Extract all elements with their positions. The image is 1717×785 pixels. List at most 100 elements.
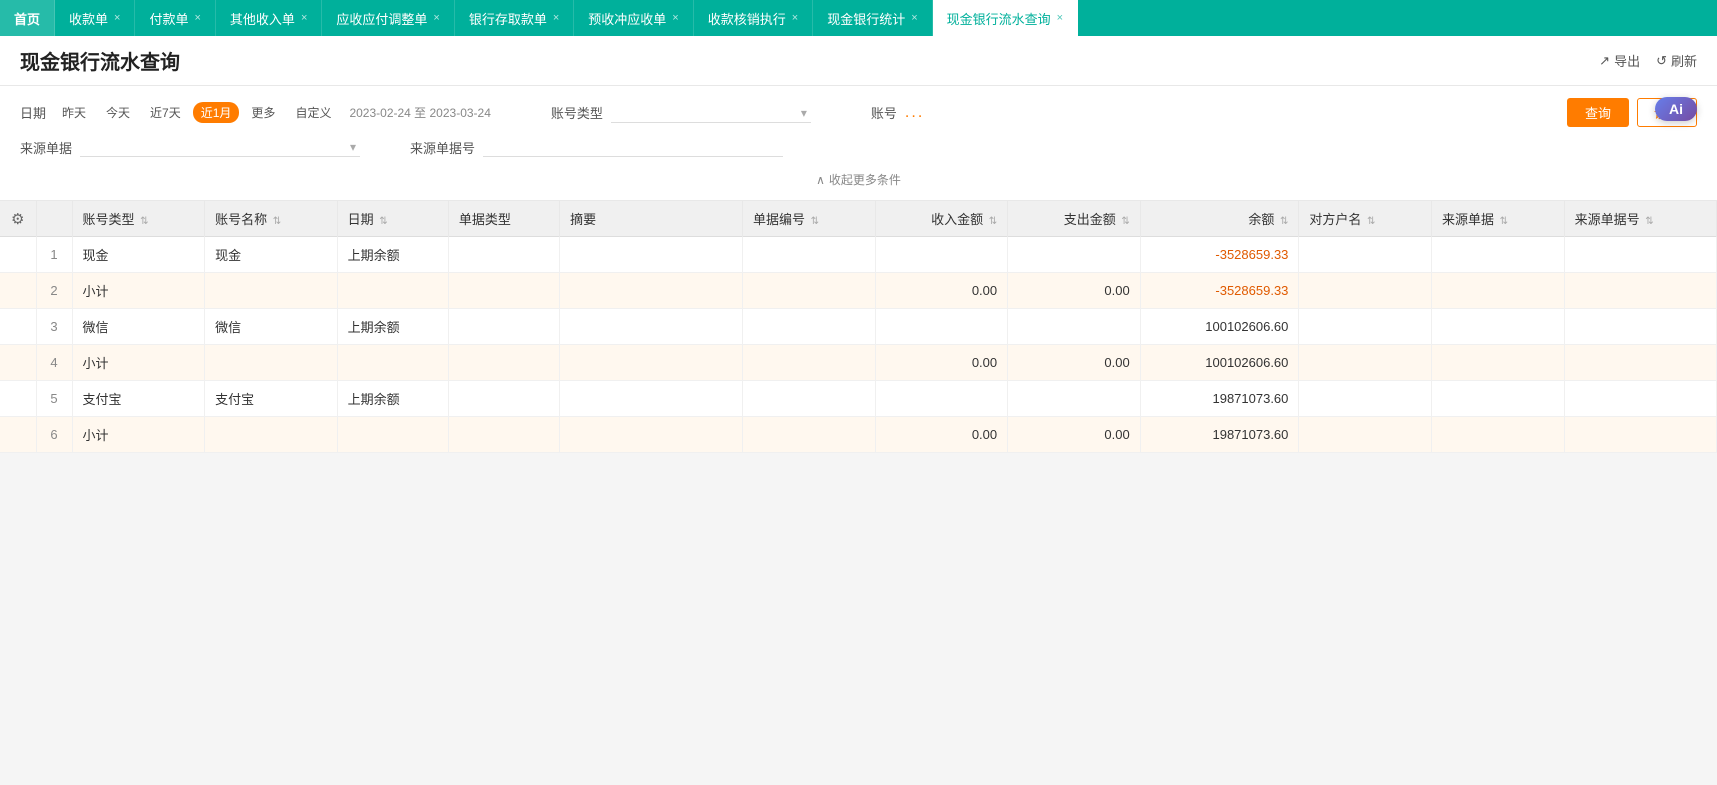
sort-counterparty-icon: ⇅ — [1367, 216, 1375, 227]
cell-income: 0.00 — [875, 345, 1008, 381]
table-row[interactable]: 1 现金 现金 上期余额 -3528659.33 — [0, 237, 1717, 273]
nav-receipt-verify[interactable]: 收款核销执行 × — [694, 0, 813, 36]
cell-source-doc — [1431, 237, 1564, 273]
page-header: 现金银行流水查询 ↗ 导出 ↺ 刷新 — [0, 36, 1717, 86]
nav-home[interactable]: 首页 — [0, 0, 55, 36]
col-source-doc-no[interactable]: 来源单据号 ⇅ — [1564, 201, 1716, 237]
col-income[interactable]: 收入金额 ⇅ — [875, 201, 1008, 237]
cell-account-name: 微信 — [205, 309, 338, 345]
cell-source-doc — [1431, 273, 1564, 309]
cell-expense: 0.00 — [1008, 345, 1141, 381]
cell-source-doc-no — [1564, 345, 1716, 381]
nav-cash-stat[interactable]: 现金银行统计 × — [813, 0, 932, 36]
close-ar-ap-icon[interactable]: × — [433, 12, 439, 24]
account-type-label: 账号类型 — [551, 103, 603, 122]
cell-doc-type — [448, 381, 559, 417]
close-bank-icon[interactable]: × — [553, 12, 559, 24]
sort-source-doc-no-icon: ⇅ — [1645, 216, 1653, 227]
collapse-bar[interactable]: ∧ 收起更多条件 — [20, 167, 1697, 192]
close-verify-icon[interactable]: × — [792, 12, 798, 24]
date-7days[interactable]: 近7天 — [142, 102, 189, 123]
date-yesterday[interactable]: 昨天 — [54, 102, 94, 123]
page-title: 现金银行流水查询 — [20, 46, 180, 75]
query-button[interactable]: 查询 — [1567, 98, 1629, 127]
table-row[interactable]: 6 小计 0.00 0.00 19871073.60 — [0, 417, 1717, 453]
close-flow-icon[interactable]: × — [1057, 12, 1063, 24]
cell-num: 5 — [36, 381, 72, 417]
cell-settings — [0, 273, 36, 309]
table-row[interactable]: 5 支付宝 支付宝 上期余额 19871073.60 — [0, 381, 1717, 417]
cell-source-doc-no — [1564, 237, 1716, 273]
cell-income — [875, 237, 1008, 273]
nav-bank-deposit[interactable]: 银行存取款单 × — [455, 0, 574, 36]
date-range: 2023-02-24 至 2023-03-24 — [349, 104, 490, 121]
date-1month[interactable]: 近1月 — [193, 102, 240, 123]
cell-doc-no — [742, 309, 875, 345]
close-payment-icon[interactable]: × — [194, 12, 200, 24]
close-stat-icon[interactable]: × — [911, 12, 917, 24]
cell-summary — [560, 345, 743, 381]
cell-num: 1 — [36, 237, 72, 273]
col-summary: 摘要 — [560, 201, 743, 237]
cell-source-doc-no — [1564, 309, 1716, 345]
close-prepaid-icon[interactable]: × — [672, 12, 678, 24]
close-other-income-icon[interactable]: × — [301, 12, 307, 24]
account-dots-button[interactable]: ... — [905, 104, 924, 122]
table-container: ⚙ 账号类型 ⇅ 账号名称 ⇅ 日期 ⇅ 单据类型 摘要 单据编号 ⇅ 收入金额… — [0, 201, 1717, 453]
date-more[interactable]: 更多 — [243, 102, 283, 123]
export-button[interactable]: ↗ 导出 — [1599, 51, 1640, 70]
col-balance[interactable]: 余额 ⇅ — [1140, 201, 1299, 237]
cell-counterparty — [1299, 273, 1432, 309]
col-doc-no[interactable]: 单据编号 ⇅ — [742, 201, 875, 237]
cell-num: 6 — [36, 417, 72, 453]
account-type-select[interactable] — [611, 103, 811, 123]
col-counterparty[interactable]: 对方户名 ⇅ — [1299, 201, 1432, 237]
sort-balance-icon: ⇅ — [1280, 216, 1288, 227]
cell-expense — [1008, 309, 1141, 345]
cell-date: 上期余额 — [337, 237, 448, 273]
nav-other-income[interactable]: 其他收入单 × — [216, 0, 322, 36]
cell-expense — [1008, 237, 1141, 273]
sort-expense-icon: ⇅ — [1121, 216, 1129, 227]
cell-doc-type — [448, 309, 559, 345]
cell-source-doc — [1431, 345, 1564, 381]
col-account-name[interactable]: 账号名称 ⇅ — [205, 201, 338, 237]
nav-cash-flow[interactable]: 现金银行流水查询 × — [933, 0, 1078, 36]
nav-prepaid-offset[interactable]: 预收冲应收单 × — [574, 0, 693, 36]
nav-payment[interactable]: 付款单 × — [135, 0, 215, 36]
source-doc-no-input[interactable] — [483, 137, 783, 157]
col-account-type[interactable]: 账号类型 ⇅ — [72, 201, 205, 237]
col-expense[interactable]: 支出金额 ⇅ — [1008, 201, 1141, 237]
cell-income: 0.00 — [875, 417, 1008, 453]
cell-date — [337, 345, 448, 381]
table-row[interactable]: 2 小计 0.00 0.00 -3528659.33 — [0, 273, 1717, 309]
refresh-icon: ↺ — [1656, 53, 1667, 69]
date-today[interactable]: 今天 — [98, 102, 138, 123]
cell-doc-type — [448, 273, 559, 309]
table-row[interactable]: 3 微信 微信 上期余额 100102606.60 — [0, 309, 1717, 345]
ai-button[interactable]: Ai — [1655, 97, 1697, 121]
cell-account-name — [205, 417, 338, 453]
refresh-button[interactable]: ↺ 刷新 — [1656, 51, 1697, 70]
cell-account-type: 支付宝 — [72, 381, 205, 417]
col-source-doc[interactable]: 来源单据 ⇅ — [1431, 201, 1564, 237]
sort-income-icon: ⇅ — [989, 216, 997, 227]
cell-summary — [560, 273, 743, 309]
col-date[interactable]: 日期 ⇅ — [337, 201, 448, 237]
table-row[interactable]: 4 小计 0.00 0.00 100102606.60 — [0, 345, 1717, 381]
nav-receipt[interactable]: 收款单 × — [55, 0, 135, 36]
cell-settings — [0, 417, 36, 453]
header-actions: ↗ 导出 ↺ 刷新 — [1599, 51, 1697, 70]
table-settings-icon[interactable]: ⚙ — [11, 211, 24, 228]
export-icon: ↗ — [1599, 53, 1610, 69]
source-doc-select[interactable] — [80, 137, 360, 157]
close-receipt-icon[interactable]: × — [114, 12, 120, 24]
cell-num: 2 — [36, 273, 72, 309]
date-options: 昨天 今天 近7天 近1月 更多 自定义 — [54, 102, 339, 123]
nav-ar-ap-adjust[interactable]: 应收应付调整单 × — [322, 0, 454, 36]
date-custom[interactable]: 自定义 — [287, 102, 339, 123]
cell-counterparty — [1299, 309, 1432, 345]
cell-counterparty — [1299, 417, 1432, 453]
cell-account-name — [205, 273, 338, 309]
cell-doc-no — [742, 381, 875, 417]
